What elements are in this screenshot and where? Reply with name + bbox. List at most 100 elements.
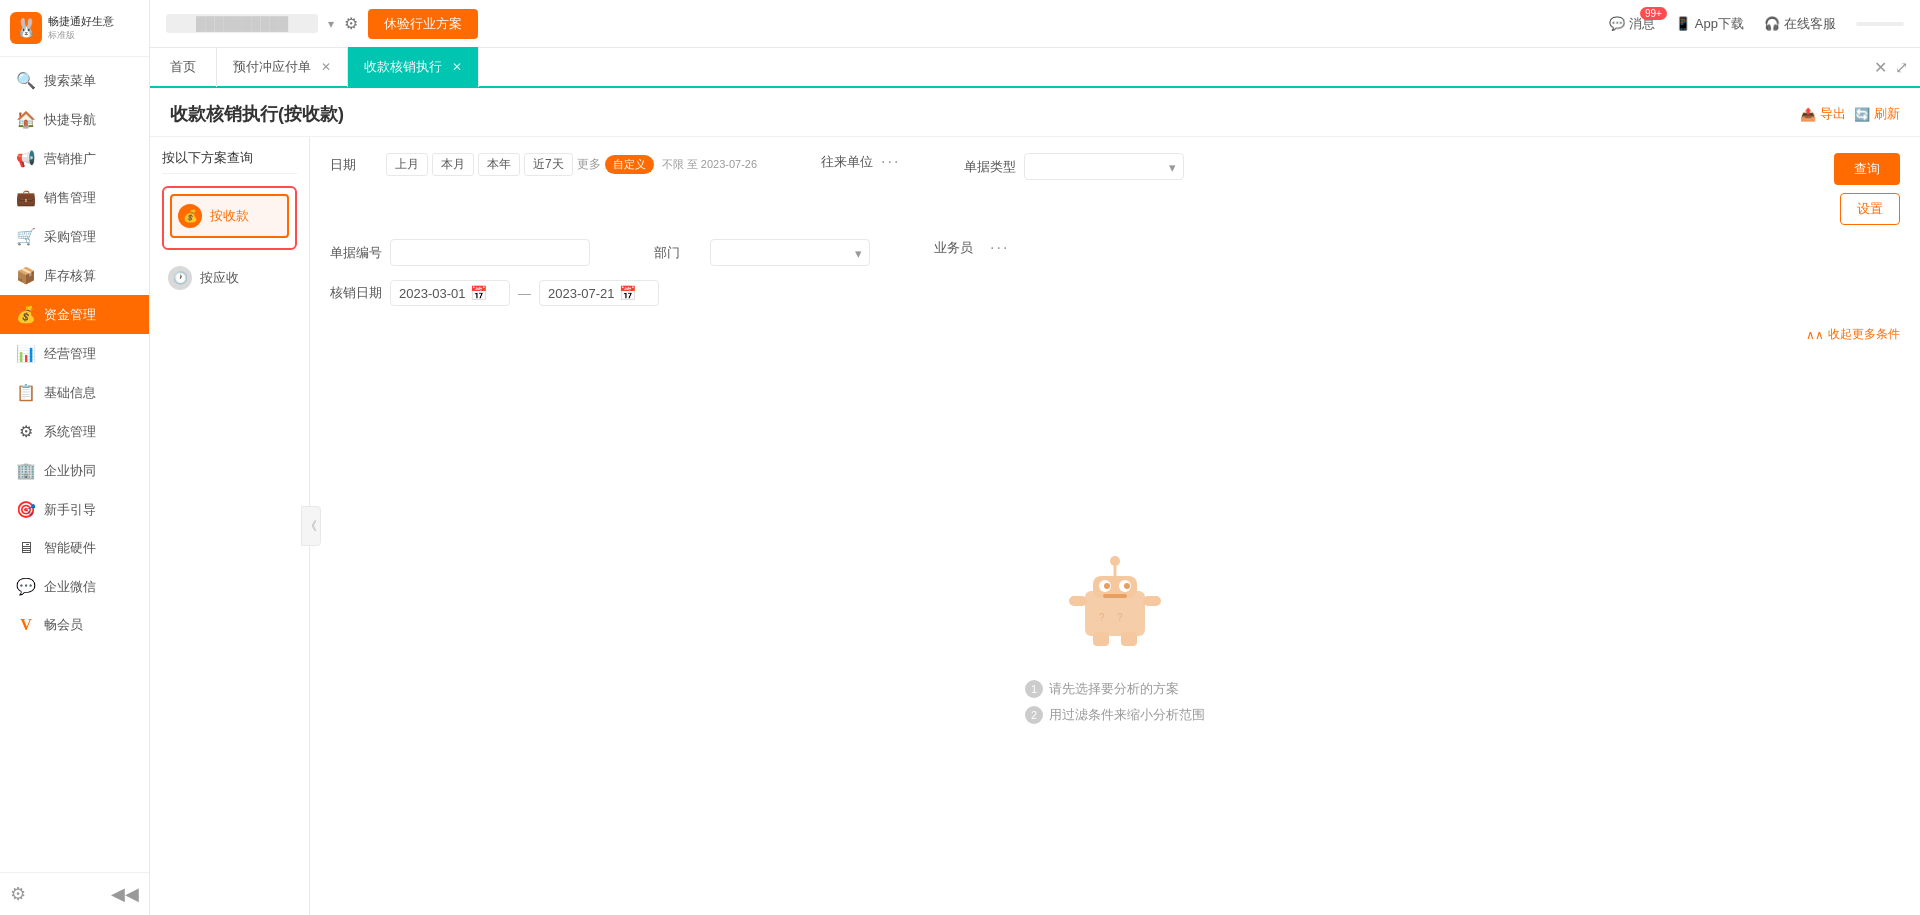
filter-receivable-label: 按应收	[200, 269, 239, 287]
app-label: App下载	[1695, 15, 1744, 33]
setting-button[interactable]: 设置	[1840, 193, 1900, 225]
sidebar-item-operation[interactable]: 📊 经营管理	[0, 334, 149, 373]
hint-text-2: 用过滤条件来缩小分析范围	[1049, 702, 1205, 728]
date-more[interactable]: 更多	[577, 156, 601, 173]
verify-date-range: 2023-03-01 📅 — 2023-07-21 📅	[390, 280, 659, 306]
message-badge: 99+	[1640, 7, 1667, 20]
filter-item-by-receipt[interactable]: 💰 按收款	[170, 194, 289, 238]
settings-bottom-icon[interactable]: ⚙	[10, 883, 26, 905]
purchase-icon: 🛒	[16, 227, 36, 246]
sidebar-item-funds[interactable]: 💰 资金管理	[0, 295, 149, 334]
date-separator: —	[518, 286, 531, 301]
sidebar-item-label: 企业协同	[44, 462, 96, 480]
system-icon: ⚙	[16, 422, 36, 441]
query-button[interactable]: 查询	[1834, 153, 1900, 185]
collapse-sidebar-icon[interactable]: ◀◀	[111, 883, 139, 905]
sidebar-item-label: 基础信息	[44, 384, 96, 402]
dept-label: 部门	[654, 244, 702, 262]
sidebar-item-label: 采购管理	[44, 228, 96, 246]
marketing-icon: 📢	[16, 149, 36, 168]
doctype-select[interactable]	[1024, 153, 1184, 180]
doctype-select-wrapper	[1024, 153, 1184, 180]
service-label: 在线客服	[1784, 15, 1836, 33]
export-button[interactable]: 📤 导出	[1800, 105, 1846, 123]
verify-date-end-input[interactable]: 2023-07-21 📅	[539, 280, 659, 306]
tab-prepay-label: 预付冲应付单	[233, 58, 311, 76]
filter-receipt-icon: 💰	[178, 204, 202, 228]
tab-home-label: 首页	[170, 58, 196, 76]
tab-prepay[interactable]: 预付冲应付单 ✕	[217, 47, 348, 87]
sidebar-item-weixin[interactable]: 💬 企业微信	[0, 567, 149, 606]
topbar-brand: ██████████	[166, 14, 318, 33]
hint-number-2: 2	[1025, 706, 1043, 724]
party-more-icon[interactable]: ···	[881, 153, 900, 171]
expand-icon[interactable]: ⤢	[1895, 58, 1908, 77]
empty-hints: 1 请先选择要分析的方案 2 用过滤条件来缩小分析范围	[1025, 676, 1205, 728]
sidebar-item-system[interactable]: ⚙ 系统管理	[0, 412, 149, 451]
service-button[interactable]: 🎧 在线客服	[1764, 15, 1836, 33]
message-button[interactable]: 💬 消息 99+	[1609, 15, 1655, 33]
app-download-button[interactable]: 📱 App下载	[1675, 15, 1744, 33]
empty-illustration: ? ?	[1055, 536, 1175, 656]
staff-more-icon[interactable]: ···	[990, 239, 1009, 257]
sidebar-item-enterprise[interactable]: 🏢 企业协同	[0, 451, 149, 490]
sidebar-item-member[interactable]: V 畅会员	[0, 606, 149, 644]
sidebar-item-marketing[interactable]: 📢 营销推广	[0, 139, 149, 178]
docno-input[interactable]	[390, 239, 590, 266]
service-icon: 🎧	[1764, 16, 1780, 31]
close-all-icon[interactable]: ✕	[1874, 58, 1887, 77]
page-actions: 📤 导出 🔄 刷新	[1800, 105, 1900, 123]
page-title: 收款核销执行(按收款)	[170, 102, 344, 126]
filter-panel: 按以下方案查询 💰 按收款 🕐 按应收 《	[150, 137, 310, 915]
page-header: 收款核销执行(按收款) 📤 导出 🔄 刷新	[150, 88, 1920, 137]
filter-item-by-receivable[interactable]: 🕐 按应收	[162, 258, 297, 298]
dept-select-wrapper	[710, 239, 870, 266]
sidebar-item-basic-info[interactable]: 📋 基础信息	[0, 373, 149, 412]
calendar-start-icon: 📅	[470, 285, 487, 301]
sidebar-item-quick-nav[interactable]: 🏠 快捷导航	[0, 100, 149, 139]
sidebar-item-label: 资金管理	[44, 306, 96, 324]
gear-icon[interactable]: ⚙	[344, 14, 358, 33]
tab-receipt-close-icon[interactable]: ✕	[452, 60, 462, 74]
svg-point-5	[1124, 583, 1130, 589]
dept-select[interactable]	[710, 239, 870, 266]
refresh-button[interactable]: 🔄 刷新	[1854, 105, 1900, 123]
sidebar-item-newbie[interactable]: 🎯 新手引导	[0, 490, 149, 529]
sales-icon: 💼	[16, 188, 36, 207]
sidebar-item-hardware[interactable]: 🖥 智能硬件	[0, 529, 149, 567]
sidebar-item-search[interactable]: 🔍 搜索菜单	[0, 61, 149, 100]
docno-group: 单据编号	[330, 239, 590, 266]
tab-receipt[interactable]: 收款核销执行 ✕	[348, 47, 479, 87]
query-row-1: 日期 上月 本月 本年 近7天 更多 自定义 不限 至 2023-07-26	[330, 153, 1900, 225]
svg-rect-12	[1121, 632, 1137, 646]
date-btn-last-month[interactable]: 上月	[386, 153, 428, 176]
staff-label: 业务员	[934, 239, 982, 257]
filter-collapse-icon[interactable]: 《	[301, 506, 321, 546]
topbar: ██████████ ▾ ⚙ 休验行业方案 💬 消息 99+ 📱 App下载 🎧…	[150, 0, 1920, 48]
hint-text-1: 请先选择要分析的方案	[1049, 676, 1179, 702]
dept-group: 部门	[654, 239, 870, 266]
sidebar-item-sales[interactable]: 💼 销售管理	[0, 178, 149, 217]
main: ██████████ ▾ ⚙ 休验行业方案 💬 消息 99+ 📱 App下载 🎧…	[150, 0, 1920, 915]
chevron-down-icon[interactable]: ▾	[328, 17, 334, 31]
svg-rect-10	[1143, 596, 1161, 606]
industry-button[interactable]: 休验行业方案	[368, 9, 478, 39]
tab-prepay-close-icon[interactable]: ✕	[321, 60, 331, 74]
sidebar-logo: 🐰 畅捷通好生意 标准版	[0, 0, 149, 57]
date-btn-this-year[interactable]: 本年	[478, 153, 520, 176]
tab-home[interactable]: 首页	[150, 47, 217, 87]
sidebar-bottom: ⚙ ◀◀	[0, 872, 149, 915]
sidebar-item-inventory[interactable]: 📦 库存核算	[0, 256, 149, 295]
app-icon: 📱	[1675, 16, 1691, 31]
date-btn-this-month[interactable]: 本月	[432, 153, 474, 176]
operation-icon: 📊	[16, 344, 36, 363]
sidebar-item-label: 新手引导	[44, 501, 96, 519]
collapse-bar[interactable]: ∧∧ 收起更多条件	[330, 320, 1900, 349]
brand-name: ██████████	[166, 14, 318, 33]
verify-date-start-input[interactable]: 2023-03-01 📅	[390, 280, 510, 306]
refresh-icon: 🔄	[1854, 107, 1870, 122]
date-custom-badge[interactable]: 自定义	[605, 155, 654, 174]
date-btn-7days[interactable]: 近7天	[524, 153, 573, 176]
content-wrapper: 按以下方案查询 💰 按收款 🕐 按应收 《 日期	[150, 137, 1920, 915]
sidebar-item-purchase[interactable]: 🛒 采购管理	[0, 217, 149, 256]
